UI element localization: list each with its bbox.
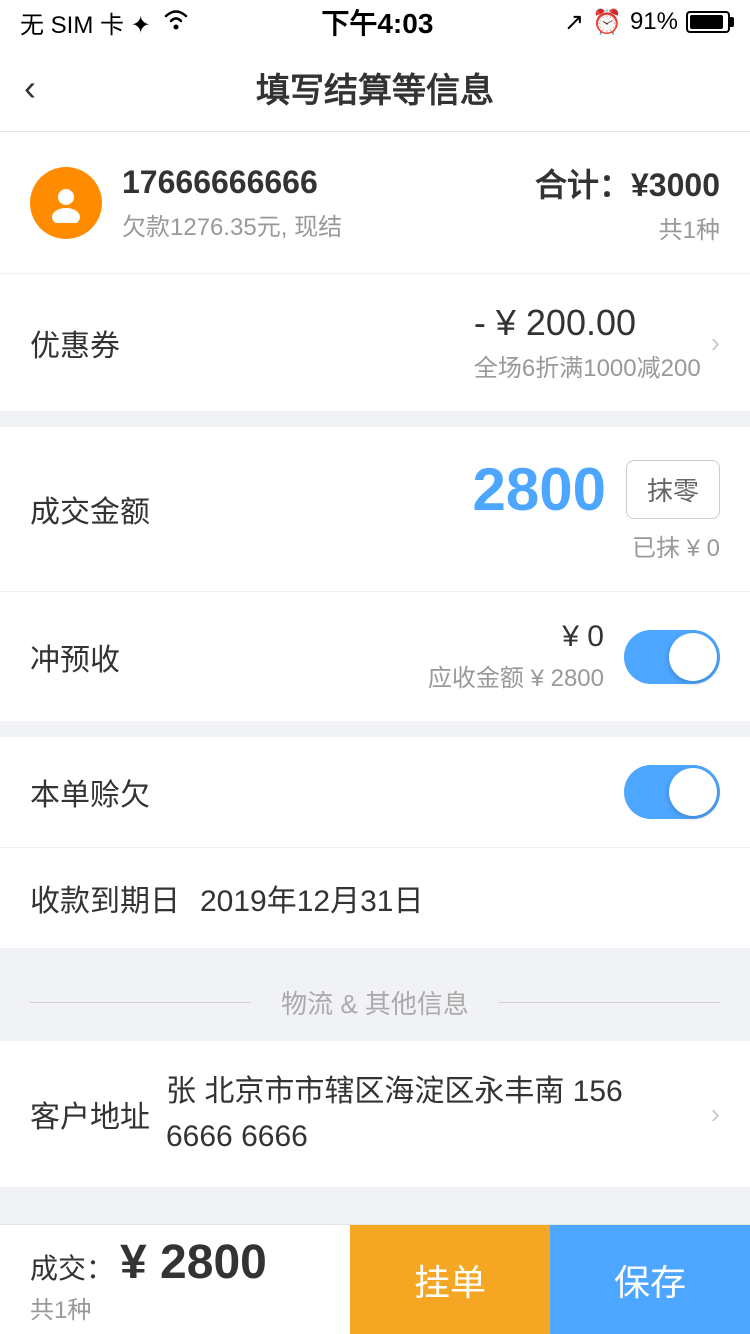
status-right: ↗ ⏰ 91% (564, 8, 730, 37)
avatar (30, 167, 102, 239)
coupon-discount: - ¥ 200.00 (474, 302, 701, 344)
divider-line-right (499, 1002, 720, 1003)
nav-bar: ‹ 填写结算等信息 (0, 44, 750, 132)
footer-deal-label: 成交： (30, 1247, 114, 1287)
customer-phone: 17666666666 (122, 164, 342, 201)
footer: 成交： ¥ 2800 共1种 挂单 保存 (0, 1224, 750, 1334)
deal-amount-right: 2800 抹零 已抹 ¥ 0 (473, 455, 721, 563)
toggle-knob (669, 633, 717, 681)
location-icon: ↗ (564, 8, 584, 37)
status-left: 无 SIM 卡 ✦ (20, 5, 191, 40)
deal-right: 2800 抹零 (473, 455, 721, 524)
pre-receive-row: 冲预收 ¥ 0 应收金额 ¥ 2800 (0, 591, 750, 721)
customer-left: 17666666666 欠款1276.35元, 现结 (30, 164, 342, 242)
coupon-value: - ¥ 200.00 全场6折满1000减200 (474, 302, 701, 383)
credit-toggle[interactable] (624, 765, 720, 819)
deal-sub: 已抹 ¥ 0 (473, 528, 721, 563)
address-row[interactable]: 客户地址 张 北京市市辖区海淀区永丰南 156 6666 6666 › (0, 1041, 750, 1187)
total-amount: 合计：¥3000 (535, 160, 720, 206)
divider-text: 物流 & 其他信息 (281, 984, 469, 1021)
customer-info-row: 17666666666 欠款1276.35元, 现结 合计：¥3000 共1种 (0, 132, 750, 273)
coupon-sub: 全场6折满1000减200 (474, 348, 701, 383)
footer-count: 共1种 (30, 1290, 320, 1325)
pre-receive-toggle[interactable] (624, 630, 720, 684)
back-button[interactable]: ‹ (24, 67, 36, 109)
total-count: 共1种 (535, 210, 720, 245)
address-chevron-icon: › (711, 1098, 720, 1130)
due-date-value: 2019年12月31日 (200, 876, 423, 920)
logistics-divider: 物流 & 其他信息 (0, 964, 750, 1041)
address-value: 张 北京市市辖区海淀区永丰南 156 6666 6666 (166, 1069, 695, 1159)
pre-sub: 应收金额 ¥ 2800 (428, 658, 604, 693)
customer-total: 合计：¥3000 共1种 (535, 160, 720, 245)
credit-section: 本单赊欠 收款到期日 2019年12月31日 (0, 737, 750, 948)
coupon-row[interactable]: 优惠券 - ¥ 200.00 全场6折满1000减200 › (0, 273, 750, 411)
status-bar: 无 SIM 卡 ✦ 下午4:03 ↗ ⏰ 91% (0, 0, 750, 44)
deal-amount-label: 成交金额 (30, 487, 150, 531)
coupon-label: 优惠券 (30, 321, 120, 365)
customer-details: 17666666666 欠款1276.35元, 现结 (122, 164, 342, 242)
pre-receive-label: 冲预收 (30, 635, 120, 679)
divider-line-left (30, 1002, 251, 1003)
save-button[interactable]: 保存 (550, 1225, 750, 1334)
credit-toggle-knob (669, 768, 717, 816)
customer-sub: 欠款1276.35元, 现结 (122, 207, 342, 242)
footer-info: 成交： ¥ 2800 共1种 (0, 1235, 350, 1325)
address-section: 客户地址 张 北京市市辖区海淀区永丰南 156 6666 6666 › (0, 1041, 750, 1187)
footer-deal-line: 成交： ¥ 2800 (30, 1235, 320, 1290)
wifi-icon (161, 8, 191, 37)
pre-amount: ¥ 0 (428, 620, 604, 654)
credit-row: 本单赊欠 (0, 737, 750, 847)
battery-icon (686, 11, 730, 33)
coupon-right: - ¥ 200.00 全场6折满1000减200 › (474, 302, 720, 383)
footer-amount: ¥ 2800 (120, 1235, 267, 1290)
page-title: 填写结算等信息 (256, 63, 494, 112)
sim-status: 无 SIM 卡 ✦ (20, 5, 151, 40)
pre-receive-right: ¥ 0 应收金额 ¥ 2800 (428, 620, 720, 693)
address-label: 客户地址 (30, 1092, 150, 1136)
deal-amount-value: 2800 (473, 455, 606, 524)
due-date-label: 收款到期日 (30, 876, 180, 920)
deal-amount-row: 成交金额 2800 抹零 已抹 ¥ 0 (0, 427, 750, 591)
pre-amount-col: ¥ 0 应收金额 ¥ 2800 (428, 620, 604, 693)
hang-button[interactable]: 挂单 (350, 1225, 550, 1334)
round-button[interactable]: 抹零 (626, 460, 720, 519)
form-section: 成交金额 2800 抹零 已抹 ¥ 0 冲预收 ¥ 0 应收金额 ¥ 2800 (0, 427, 750, 721)
battery-percent: 91% (630, 8, 678, 36)
credit-label: 本单赊欠 (30, 770, 150, 814)
alarm-icon: ⏰ (592, 8, 622, 37)
time-display: 下午4:03 (321, 2, 433, 42)
due-date-row: 收款到期日 2019年12月31日 (0, 847, 750, 948)
customer-info-section: 17666666666 欠款1276.35元, 现结 合计：¥3000 共1种 … (0, 132, 750, 411)
coupon-chevron-icon: › (711, 327, 720, 359)
